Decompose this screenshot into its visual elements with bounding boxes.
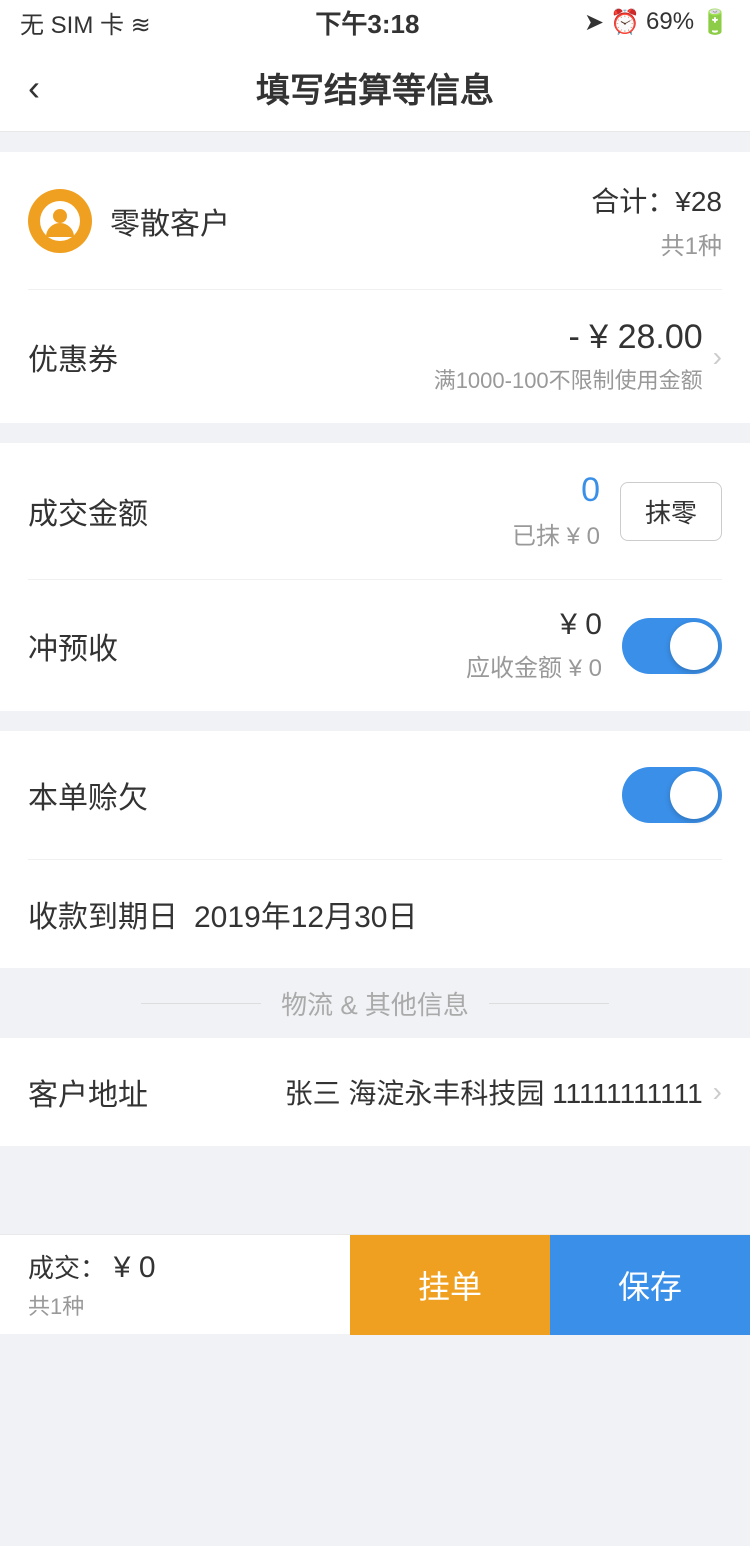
address-value: 张三 海淀永丰科技园 11111111111 bbox=[285, 1072, 703, 1112]
coupon-label: 优惠券 bbox=[28, 335, 118, 379]
prepay-row: 冲预收 ¥ 0 应收金额 ¥ 0 bbox=[28, 580, 722, 711]
address-section: 客户地址 张三 海淀永丰科技园 11111111111 › bbox=[0, 1038, 750, 1146]
section-divider-3 bbox=[0, 711, 750, 731]
prepay-right: ¥ 0 应收金额 ¥ 0 bbox=[466, 608, 722, 683]
transaction-sub: 已抹 ¥ 0 bbox=[512, 516, 600, 551]
status-right: ➤ ⏰ 69% 🔋 bbox=[584, 8, 730, 37]
section-divider-2 bbox=[0, 423, 750, 443]
status-bar: 无 SIM 卡 ≋ 下午3:18 ➤ ⏰ 69% 🔋 bbox=[0, 0, 750, 44]
coupon-content: - ¥ 28.00 满1000-100不限制使用金额 bbox=[434, 318, 703, 395]
transaction-section: 成交金额 0 已抹 ¥ 0 抹零 冲预收 ¥ 0 应收金额 ¥ 0 bbox=[0, 443, 750, 711]
debt-row: 本单赊欠 bbox=[28, 731, 722, 860]
location-icon: ➤ bbox=[584, 8, 604, 37]
due-date-value: 2019年12月30日 bbox=[194, 892, 417, 936]
prepay-label: 冲预收 bbox=[28, 624, 118, 668]
tx-value-wrap: 0 已抹 ¥ 0 bbox=[512, 471, 600, 551]
customer-avatar bbox=[28, 189, 92, 253]
prepay-toggle[interactable] bbox=[622, 618, 722, 674]
coupon-desc: 满1000-100不限制使用金额 bbox=[434, 363, 703, 395]
coupon-amount: - ¥ 28.00 bbox=[434, 318, 703, 357]
debt-toggle[interactable] bbox=[622, 767, 722, 823]
address-chevron-icon: › bbox=[713, 1076, 722, 1108]
section-divider-1 bbox=[0, 132, 750, 152]
address-right: 张三 海淀永丰科技园 11111111111 › bbox=[285, 1072, 722, 1112]
debt-label: 本单赊欠 bbox=[28, 773, 148, 817]
customer-right: 合计：¥28 共1种 bbox=[591, 180, 722, 261]
customer-count: 共1种 bbox=[591, 226, 722, 261]
due-date-label: 收款到期日 bbox=[28, 892, 178, 936]
nav-bar: ‹ 填写结算等信息 bbox=[0, 44, 750, 132]
chevron-right-icon: › bbox=[713, 341, 722, 373]
round-zero-button[interactable]: 抹零 bbox=[620, 482, 722, 541]
debt-section: 本单赊欠 收款到期日 2019年12月30日 bbox=[0, 731, 750, 968]
transaction-row: 成交金额 0 已抹 ¥ 0 抹零 bbox=[28, 443, 722, 580]
prepay-amount: ¥ 0 bbox=[466, 608, 602, 642]
coupon-row[interactable]: 优惠券 - ¥ 28.00 满1000-100不限制使用金额 › bbox=[28, 290, 722, 423]
address-label: 客户地址 bbox=[28, 1070, 148, 1114]
bottom-bar: 成交： ¥ 0 共1种 挂单 保存 bbox=[0, 1234, 750, 1334]
customer-name: 零散客户 bbox=[110, 199, 230, 243]
due-date-row[interactable]: 收款到期日 2019年12月30日 bbox=[28, 860, 722, 968]
bottom-deal-label: 成交： bbox=[28, 1253, 106, 1283]
back-button[interactable]: ‹ bbox=[28, 67, 40, 109]
transaction-value: 0 bbox=[512, 471, 600, 510]
logistics-label: 物流 & 其他信息 bbox=[281, 985, 469, 1022]
status-time: 下午3:18 bbox=[315, 4, 419, 41]
bottom-deal-row: 成交： ¥ 0 bbox=[28, 1248, 322, 1285]
bottom-info: 成交： ¥ 0 共1种 bbox=[0, 1235, 350, 1334]
bottom-count: 共1种 bbox=[28, 1289, 322, 1321]
battery-text: 69% bbox=[646, 8, 694, 36]
transaction-right: 0 已抹 ¥ 0 抹零 bbox=[512, 471, 722, 551]
sim-status: 无 SIM 卡 ≋ bbox=[20, 5, 151, 40]
debt-toggle-knob bbox=[670, 771, 718, 819]
hold-button[interactable]: 挂单 bbox=[350, 1235, 550, 1335]
alarm-icon: ⏰ bbox=[610, 8, 640, 37]
customer-row: 零散客户 合计：¥28 共1种 bbox=[28, 152, 722, 290]
save-button[interactable]: 保存 bbox=[550, 1235, 750, 1335]
prepay-receivable: 应收金额 ¥ 0 bbox=[466, 648, 602, 683]
coupon-right: - ¥ 28.00 满1000-100不限制使用金额 › bbox=[434, 318, 722, 395]
page-title: 填写结算等信息 bbox=[256, 63, 494, 112]
avatar-icon bbox=[40, 201, 80, 241]
customer-total: 合计：¥28 bbox=[591, 180, 722, 220]
customer-section: 零散客户 合计：¥28 共1种 优惠券 - ¥ 28.00 满1000-100不… bbox=[0, 152, 750, 423]
transaction-label: 成交金额 bbox=[28, 489, 148, 533]
address-row[interactable]: 客户地址 张三 海淀永丰科技园 11111111111 › bbox=[28, 1038, 722, 1146]
bottom-amount: ¥ 0 bbox=[114, 1251, 156, 1284]
status-left: 无 SIM 卡 ≋ bbox=[20, 5, 151, 40]
battery-icon: 🔋 bbox=[700, 8, 730, 37]
toggle-knob bbox=[670, 622, 718, 670]
logistics-divider: 物流 & 其他信息 bbox=[0, 968, 750, 1038]
prepay-amount-wrap: ¥ 0 应收金额 ¥ 0 bbox=[466, 608, 602, 683]
prepay-left: 冲预收 bbox=[28, 624, 118, 668]
customer-left: 零散客户 bbox=[28, 189, 230, 253]
